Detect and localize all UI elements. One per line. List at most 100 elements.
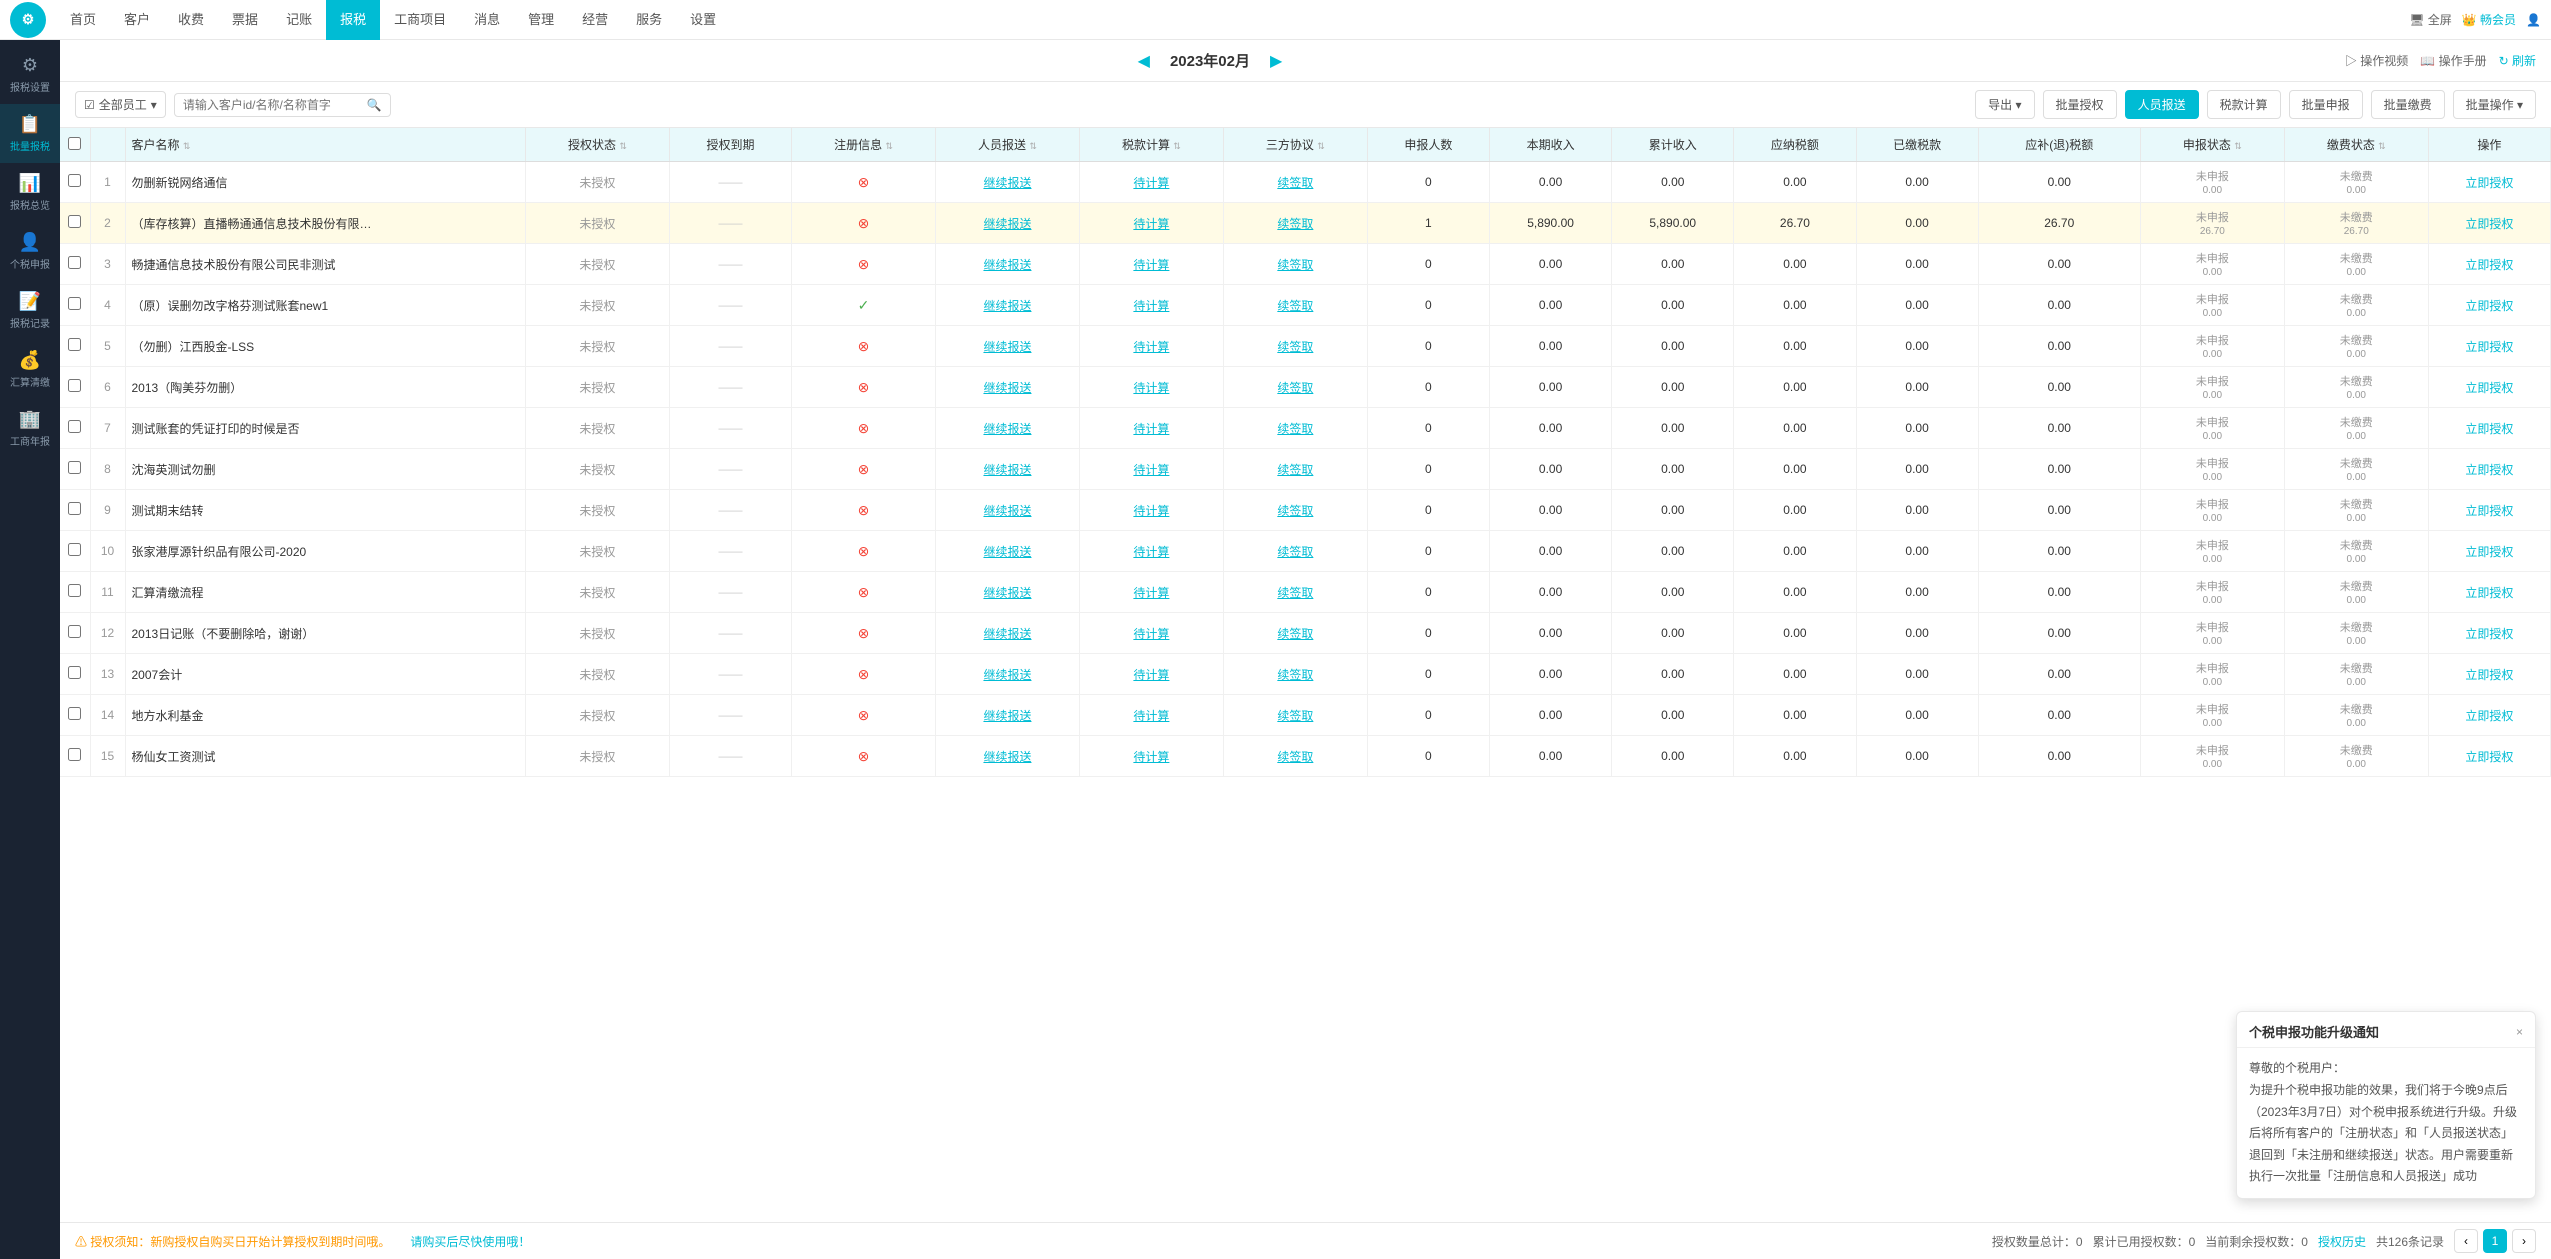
row-three-party[interactable]: 续签取 — [1223, 531, 1367, 572]
row-action[interactable]: 立即授权 — [2428, 244, 2550, 285]
nav-item-client[interactable]: 客户 — [110, 0, 164, 40]
row-checkbox[interactable] — [60, 572, 90, 613]
operation-video-btn[interactable]: ▷ 操作视频 — [2345, 52, 2408, 69]
employee-filter[interactable]: ☑ 全部员工 ▾ — [75, 91, 166, 118]
row-person-report[interactable]: 继续报送 — [936, 408, 1080, 449]
person-report-btn[interactable]: 人员报送 — [2125, 90, 2199, 119]
row-checkbox[interactable] — [60, 531, 90, 572]
row-person-report[interactable]: 继续报送 — [936, 572, 1080, 613]
row-person-report[interactable]: 继续报送 — [936, 326, 1080, 367]
sidebar-item-tax-records[interactable]: 📝 报税记录 — [0, 281, 60, 340]
row-checkbox[interactable] — [60, 244, 90, 285]
row-action[interactable]: 立即授权 — [2428, 203, 2550, 244]
sidebar-item-personal-tax[interactable]: 👤 个税申报 — [0, 222, 60, 281]
row-action[interactable]: 立即授权 — [2428, 531, 2550, 572]
th-auth-status[interactable]: 授权状态 ⇅ — [525, 128, 669, 162]
th-reg-info[interactable]: 注册信息 ⇅ — [792, 128, 936, 162]
row-person-report[interactable]: 继续报送 — [936, 695, 1080, 736]
page-1-btn[interactable]: 1 — [2483, 1229, 2507, 1253]
refresh-btn[interactable]: ↻ 刷新 — [2499, 52, 2536, 69]
prev-month-btn[interactable]: ◀ — [1138, 51, 1150, 71]
batch-op-btn[interactable]: 批量操作 ▾ — [2453, 90, 2536, 119]
row-action[interactable]: 立即授权 — [2428, 326, 2550, 367]
row-person-report[interactable]: 继续报送 — [936, 285, 1080, 326]
row-person-report[interactable]: 继续报送 — [936, 613, 1080, 654]
row-tax-calc[interactable]: 待计算 — [1079, 572, 1223, 613]
row-tax-calc[interactable]: 待计算 — [1079, 162, 1223, 203]
row-three-party[interactable]: 续签取 — [1223, 572, 1367, 613]
batch-fee-btn[interactable]: 批量缴费 — [2371, 90, 2445, 119]
row-tax-calc[interactable]: 待计算 — [1079, 326, 1223, 367]
row-person-report[interactable]: 继续报送 — [936, 367, 1080, 408]
row-action[interactable]: 立即授权 — [2428, 490, 2550, 531]
row-tax-calc[interactable]: 待计算 — [1079, 285, 1223, 326]
nav-item-fee[interactable]: 收费 — [164, 0, 218, 40]
row-person-report[interactable]: 继续报送 — [936, 244, 1080, 285]
row-person-report[interactable]: 继续报送 — [936, 203, 1080, 244]
auth-notice-link[interactable]: 请购买后尽快使用哦！ — [410, 1233, 530, 1250]
row-three-party[interactable]: 续签取 — [1223, 326, 1367, 367]
row-tax-calc[interactable]: 待计算 — [1079, 736, 1223, 777]
row-action[interactable]: 立即授权 — [2428, 367, 2550, 408]
th-name[interactable]: 客户名称 ⇅ — [125, 128, 525, 162]
row-person-report[interactable]: 继续报送 — [936, 490, 1080, 531]
prev-page-btn[interactable]: ‹ — [2454, 1229, 2478, 1253]
row-tax-calc[interactable]: 待计算 — [1079, 449, 1223, 490]
row-action[interactable]: 立即授权 — [2428, 695, 2550, 736]
search-icon[interactable]: 🔍 — [367, 98, 382, 112]
row-action[interactable]: 立即授权 — [2428, 162, 2550, 203]
row-checkbox[interactable] — [60, 408, 90, 449]
row-tax-calc[interactable]: 待计算 — [1079, 408, 1223, 449]
next-page-btn[interactable]: › — [2512, 1229, 2536, 1253]
row-tax-calc[interactable]: 待计算 — [1079, 203, 1223, 244]
row-checkbox[interactable] — [60, 162, 90, 203]
row-three-party[interactable]: 续签取 — [1223, 654, 1367, 695]
sidebar-item-batch-tax[interactable]: 📋 批量报税 — [0, 104, 60, 163]
row-three-party[interactable]: 续签取 — [1223, 490, 1367, 531]
row-checkbox[interactable] — [60, 326, 90, 367]
nav-item-manage[interactable]: 管理 — [514, 0, 568, 40]
row-three-party[interactable]: 续签取 — [1223, 203, 1367, 244]
row-checkbox[interactable] — [60, 285, 90, 326]
row-three-party[interactable]: 续签取 — [1223, 244, 1367, 285]
search-input[interactable] — [183, 98, 363, 112]
row-three-party[interactable]: 续签取 — [1223, 613, 1367, 654]
nav-item-bill[interactable]: 票据 — [218, 0, 272, 40]
row-three-party[interactable]: 续签取 — [1223, 408, 1367, 449]
member-btn[interactable]: 👑 畅会员 — [2462, 11, 2516, 28]
row-checkbox[interactable] — [60, 490, 90, 531]
th-person-report[interactable]: 人员报送 ⇅ — [936, 128, 1080, 162]
nav-item-account[interactable]: 记账 — [272, 0, 326, 40]
sidebar-item-tax-settings[interactable]: ⚙ 报税设置 — [0, 45, 60, 104]
nav-item-home[interactable]: 首页 — [56, 0, 110, 40]
history-link[interactable]: 授权历史 — [2318, 1233, 2366, 1250]
row-action[interactable]: 立即授权 — [2428, 408, 2550, 449]
th-tax-calc[interactable]: 税款计算 ⇅ — [1079, 128, 1223, 162]
row-action[interactable]: 立即授权 — [2428, 449, 2550, 490]
row-person-report[interactable]: 继续报送 — [936, 736, 1080, 777]
row-three-party[interactable]: 续签取 — [1223, 449, 1367, 490]
row-three-party[interactable]: 续签取 — [1223, 285, 1367, 326]
sidebar-item-tax-overview[interactable]: 📊 报税总览 — [0, 163, 60, 222]
row-tax-calc[interactable]: 待计算 — [1079, 695, 1223, 736]
row-checkbox[interactable] — [60, 736, 90, 777]
row-action[interactable]: 立即授权 — [2428, 736, 2550, 777]
batch-auth-btn[interactable]: 批量授权 — [2043, 90, 2117, 119]
row-action[interactable]: 立即授权 — [2428, 285, 2550, 326]
row-three-party[interactable]: 续签取 — [1223, 695, 1367, 736]
help-manual-btn[interactable]: 📖 操作手册 — [2420, 52, 2486, 69]
export-btn[interactable]: 导出 ▾ — [1975, 90, 2034, 119]
row-person-report[interactable]: 继续报送 — [936, 531, 1080, 572]
row-checkbox[interactable] — [60, 367, 90, 408]
nav-item-tax[interactable]: 报税 — [326, 0, 380, 40]
nav-item-service[interactable]: 服务 — [622, 0, 676, 40]
row-three-party[interactable]: 续签取 — [1223, 162, 1367, 203]
nav-item-message[interactable]: 消息 — [460, 0, 514, 40]
nav-item-settings[interactable]: 设置 — [676, 0, 730, 40]
next-month-btn[interactable]: ▶ — [1270, 51, 1282, 71]
row-action[interactable]: 立即授权 — [2428, 572, 2550, 613]
sidebar-item-settlement[interactable]: 💰 汇算清缴 — [0, 340, 60, 399]
row-three-party[interactable]: 续签取 — [1223, 736, 1367, 777]
user-icon[interactable]: 👤 — [2526, 13, 2541, 27]
row-checkbox[interactable] — [60, 449, 90, 490]
